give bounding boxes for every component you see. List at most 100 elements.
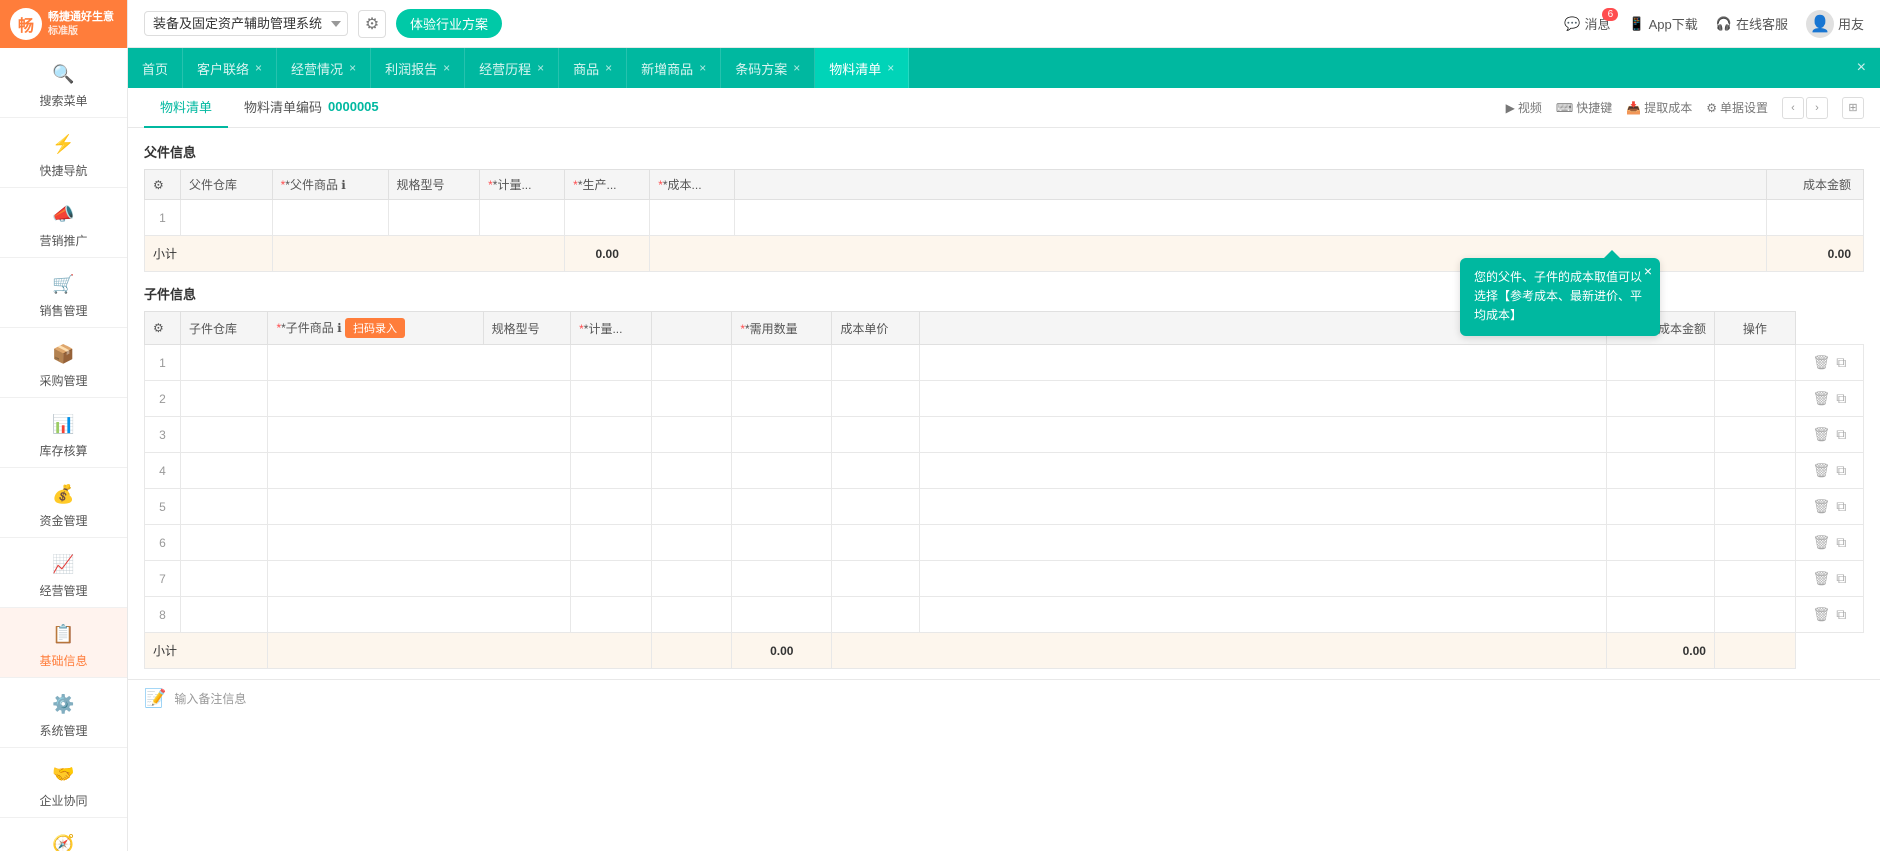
copy-row-8-button[interactable]: ⧉ [1836, 606, 1846, 623]
tab-barcode[interactable]: 条码方案 × [721, 48, 815, 88]
doc-settings-action[interactable]: ⚙ 单据设置 [1706, 99, 1768, 116]
close-all-tabs-button[interactable]: × [1851, 59, 1872, 77]
delete-row-6-button[interactable]: 🗑 [1812, 534, 1830, 551]
tooltip-close-button[interactable]: × [1644, 264, 1652, 278]
sidebar-item-inventory[interactable]: 📊 库存核算 [0, 398, 127, 468]
child-row-4-warehouse[interactable] [181, 453, 268, 489]
child-row-6-goods[interactable] [268, 525, 571, 561]
delete-row-3-button[interactable]: 🗑 [1812, 426, 1830, 443]
child-row-7-goods[interactable] [268, 561, 571, 597]
child-row-5-unit[interactable] [652, 489, 732, 525]
delete-row-2-button[interactable]: 🗑 [1812, 390, 1830, 407]
child-row-4-unit[interactable] [652, 453, 732, 489]
sub-tab-bom-code[interactable]: 物料清单编码 0000005 [228, 88, 395, 128]
child-row-2-goods[interactable] [268, 381, 571, 417]
copy-row-4-button[interactable]: ⧉ [1836, 462, 1846, 479]
scan-button[interactable]: 扫码录入 [345, 318, 405, 338]
copy-row-1-button[interactable]: ⧉ [1836, 354, 1846, 371]
child-row-8-qty[interactable] [832, 597, 919, 633]
child-row-8-spec[interactable] [571, 597, 652, 633]
child-row-7-unit[interactable] [652, 561, 732, 597]
close-barcode-tab[interactable]: × [793, 62, 800, 74]
child-row-6-unit[interactable] [652, 525, 732, 561]
tab-operations[interactable]: 经营情况 × [277, 48, 371, 88]
child-row-1-unit[interactable] [652, 345, 732, 381]
child-row-3-qty[interactable] [832, 417, 919, 453]
delete-row-4-button[interactable]: 🗑 [1812, 462, 1830, 479]
close-bom-tab[interactable]: × [887, 62, 894, 74]
next-button[interactable]: › [1806, 97, 1828, 119]
delete-row-7-button[interactable]: 🗑 [1812, 570, 1830, 587]
system-dropdown[interactable]: 装备及固定资产辅助管理系统 [144, 11, 348, 36]
child-row-2-qty[interactable] [832, 381, 919, 417]
delete-row-1-button[interactable]: 🗑 [1812, 354, 1830, 371]
close-operations-tab[interactable]: × [349, 62, 356, 74]
copy-row-5-button[interactable]: ⧉ [1836, 498, 1846, 515]
child-row-6-warehouse[interactable] [181, 525, 268, 561]
child-row-5-spec[interactable] [571, 489, 652, 525]
online-service-button[interactable]: 🎧 在线客服 [1716, 14, 1788, 33]
delete-row-8-button[interactable]: 🗑 [1812, 606, 1830, 623]
child-row-3-spec[interactable] [571, 417, 652, 453]
delete-row-5-button[interactable]: 🗑 [1812, 498, 1830, 515]
sub-tab-bom[interactable]: 物料清单 [144, 88, 228, 128]
child-row-1-spec[interactable] [571, 345, 652, 381]
child-row-7-warehouse[interactable] [181, 561, 268, 597]
child-row-6-qty[interactable] [832, 525, 919, 561]
prev-button[interactable]: ‹ [1782, 97, 1804, 119]
tab-customer[interactable]: 客户联络 × [183, 48, 277, 88]
close-goods-tab[interactable]: × [605, 62, 612, 74]
child-row-4-goods[interactable] [268, 453, 571, 489]
gear-button[interactable]: ⚙ [358, 10, 386, 38]
tab-home[interactable]: 首页 [128, 48, 183, 88]
message-button[interactable]: 💬 消息 6 [1564, 14, 1610, 33]
copy-row-6-button[interactable]: ⧉ [1836, 534, 1846, 551]
sidebar-item-system[interactable]: ⚙️ 系统管理 [0, 678, 127, 748]
tab-profit[interactable]: 利润报告 × [371, 48, 465, 88]
sidebar-item-enterprise[interactable]: 🤝 企业协同 [0, 748, 127, 818]
close-profit-tab[interactable]: × [443, 62, 450, 74]
sidebar-item-sales[interactable]: 🛒 销售管理 [0, 258, 127, 328]
parent-row-1-goods[interactable] [272, 200, 388, 236]
copy-row-2-button[interactable]: ⧉ [1836, 390, 1846, 407]
child-row-5-goods[interactable] [268, 489, 571, 525]
parent-row-1-unit[interactable] [480, 200, 565, 236]
close-new-goods-tab[interactable]: × [699, 62, 706, 74]
child-row-4-qty[interactable] [832, 453, 919, 489]
child-row-2-unit[interactable] [652, 381, 732, 417]
child-row-1-goods[interactable] [268, 345, 571, 381]
parent-row-1-spec[interactable] [388, 200, 480, 236]
copy-row-3-button[interactable]: ⧉ [1836, 426, 1846, 443]
tab-history[interactable]: 经营历程 × [465, 48, 559, 88]
copy-row-7-button[interactable]: ⧉ [1836, 570, 1846, 587]
sidebar-item-basic-info[interactable]: 📋 基础信息 [0, 608, 127, 678]
sidebar-item-marketing[interactable]: 📣 营销推广 [0, 188, 127, 258]
child-row-7-qty[interactable] [832, 561, 919, 597]
sidebar-item-quick-nav[interactable]: ⚡ 快捷导航 [0, 118, 127, 188]
tab-new-goods[interactable]: 新增商品 × [627, 48, 721, 88]
parent-row-1-cost[interactable] [650, 200, 735, 236]
child-row-6-spec[interactable] [571, 525, 652, 561]
sidebar-item-search[interactable]: 🔍 搜索菜单 [0, 48, 127, 118]
trial-button[interactable]: 体验行业方案 [396, 9, 502, 38]
child-row-3-warehouse[interactable] [181, 417, 268, 453]
child-row-3-unit[interactable] [652, 417, 732, 453]
sidebar-item-guide[interactable]: 🧭 新手引导 [0, 818, 127, 851]
parent-row-1-produce[interactable] [565, 200, 650, 236]
child-row-8-unit[interactable] [652, 597, 732, 633]
child-row-3-goods[interactable] [268, 417, 571, 453]
child-row-5-qty[interactable] [832, 489, 919, 525]
child-row-8-warehouse[interactable] [181, 597, 268, 633]
sidebar-item-finance[interactable]: 💰 资金管理 [0, 468, 127, 538]
tab-goods[interactable]: 商品 × [559, 48, 627, 88]
child-row-1-qty[interactable] [832, 345, 919, 381]
child-row-7-spec[interactable] [571, 561, 652, 597]
sidebar-item-purchase[interactable]: 📦 采购管理 [0, 328, 127, 398]
app-download-button[interactable]: 📱 App下载 [1628, 14, 1697, 33]
shortcut-action[interactable]: ⌨ 快捷键 [1556, 99, 1612, 116]
child-row-2-warehouse[interactable] [181, 381, 268, 417]
child-row-8-goods[interactable] [268, 597, 571, 633]
sidebar-item-operations[interactable]: 📈 经营管理 [0, 538, 127, 608]
child-row-2-spec[interactable] [571, 381, 652, 417]
close-customer-tab[interactable]: × [255, 62, 262, 74]
